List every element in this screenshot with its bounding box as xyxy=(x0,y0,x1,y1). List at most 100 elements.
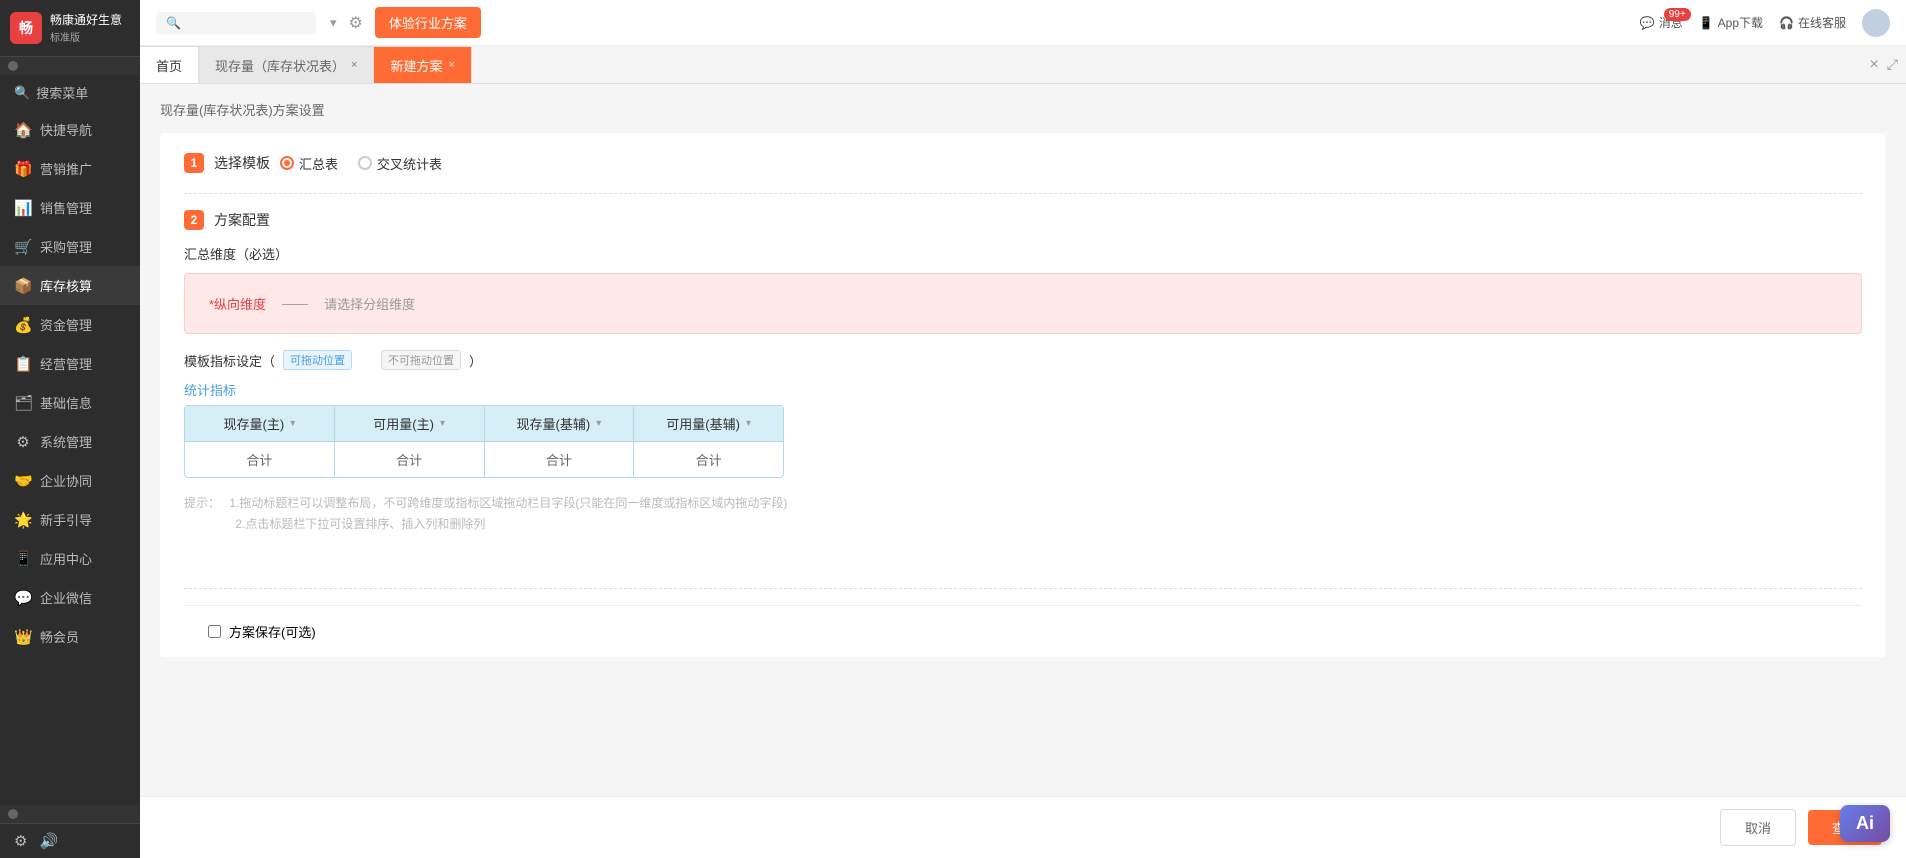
tabs-bar: 首页 现存量（库存状况表） × 新建方案 × × ⤢ xyxy=(140,46,1906,84)
stats-col-1[interactable]: 现存量(主) ▾ xyxy=(185,406,335,441)
fixed-badge: 不可拖动位置 xyxy=(381,350,461,370)
stats-col-4-chevron[interactable]: ▾ xyxy=(746,418,751,429)
sidebar-item-label-newbie: 新手引导 xyxy=(40,510,92,529)
radio-cross-label: 交叉统计表 xyxy=(377,154,442,173)
user-avatar[interactable] xyxy=(1862,9,1890,37)
app-name: 畅康通好生意 xyxy=(50,12,122,29)
tip-line-2: 2.点击标题栏下拉可设置排序、插入列和删除列 xyxy=(184,515,1862,532)
stats-col-3[interactable]: 现存量(基辅) ▾ xyxy=(485,406,635,441)
topbar-chevron-icon[interactable]: ▾ xyxy=(330,15,337,31)
ai-badge[interactable]: Ai xyxy=(1840,805,1890,842)
sidebar-nav: 🔍 搜索菜单 🏠 快捷导航 🎁 营销推广 📊 销售管理 🛒 采购管理 📦 库存核… xyxy=(0,75,140,805)
content-area: 现存量(库存状况表)方案设置 1 选择模板 汇总表 交叉统计表 xyxy=(140,84,1906,796)
sidebar-item-operations[interactable]: 📋 经营管理 xyxy=(0,344,140,383)
main-area: 🔍 ▾ ⚙ 体验行业方案 💬 消息 99+ 📱 App下载 🎧 在线客服 xyxy=(140,0,1906,858)
sidebar-item-marketing[interactable]: 🎁 营销推广 xyxy=(0,149,140,188)
tab-home[interactable]: 首页 xyxy=(140,46,199,83)
tab-new-plan-label: 新建方案 xyxy=(390,56,442,75)
sidebar-item-label-shortcut: 快捷导航 xyxy=(40,120,92,139)
tab-inventory-close-icon[interactable]: × xyxy=(351,59,357,71)
tab-inventory-status-label: 现存量（库存状况表） xyxy=(215,56,345,75)
tip-line-1: 提示： 1.拖动标题栏可以调整布局，不可跨维度或指标区域拖动栏目字段(只能在同一… xyxy=(184,494,1862,511)
search-icon: 🔍 xyxy=(14,85,30,101)
cancel-button[interactable]: 取消 xyxy=(1720,809,1796,846)
panel-close-button[interactable]: × xyxy=(1869,56,1878,74)
scroll-up[interactable] xyxy=(8,61,18,71)
sidebar-item-shortcut[interactable]: 🏠 快捷导航 xyxy=(0,110,140,149)
sidebar-item-cooperation[interactable]: 🤝 企业协同 xyxy=(0,461,140,500)
tab-inventory-status[interactable]: 现存量（库存状况表） × xyxy=(199,46,374,83)
radio-cross[interactable]: 交叉统计表 xyxy=(358,154,442,173)
dimension-config-label: 汇总维度（必选） xyxy=(184,244,1862,263)
sidebar-item-label-operations: 经营管理 xyxy=(40,354,92,373)
sidebar-item-inventory[interactable]: 📦 库存核算 xyxy=(0,266,140,305)
stats-col-4[interactable]: 可用量(基辅) ▾ xyxy=(634,406,783,441)
stats-col-3-chevron[interactable]: ▾ xyxy=(596,418,601,429)
page-title: 现存量(库存状况表)方案设置 xyxy=(160,100,1886,119)
step2-title: 方案配置 xyxy=(214,210,270,230)
sidebar-item-label-system: 系统管理 xyxy=(40,432,92,451)
save-checkbox[interactable] xyxy=(208,625,221,638)
topbar-search-icon: 🔍 xyxy=(166,16,181,30)
dimension-row: *纵向维度 —— 请选择分组维度 xyxy=(209,294,1837,313)
stats-table-header: 现存量(主) ▾ 可用量(主) ▾ 现存量(基辅) ▾ xyxy=(185,406,783,441)
home-icon: 🏠 xyxy=(14,121,32,139)
scroll-down[interactable] xyxy=(8,809,18,819)
sidebar-item-system[interactable]: ⚙ 系统管理 xyxy=(0,422,140,461)
indicator-sep xyxy=(360,351,373,370)
dimension-field-label: *纵向维度 xyxy=(209,294,266,313)
sidebar-item-label-marketing: 营销推广 xyxy=(40,159,92,178)
sidebar-item-basic[interactable]: 🗂 基础信息 xyxy=(0,383,140,422)
stats-col-1-chevron[interactable]: ▾ xyxy=(290,418,295,429)
sidebar-search-label: 搜索菜单 xyxy=(36,83,88,102)
topbar: 🔍 ▾ ⚙ 体验行业方案 💬 消息 99+ 📱 App下载 🎧 在线客服 xyxy=(140,0,1906,46)
tab-new-plan[interactable]: 新建方案 × xyxy=(374,46,471,83)
sidebar-item-member[interactable]: 👑 畅会员 xyxy=(0,617,140,656)
save-label: 方案保存(可选) xyxy=(229,622,316,641)
panel-expand-button[interactable]: ⤢ xyxy=(1887,56,1898,73)
topbar-app-download[interactable]: 📱 App下载 xyxy=(1699,14,1763,31)
topbar-gear-icon[interactable]: ⚙ xyxy=(349,13,363,33)
stats-col-2-chevron[interactable]: ▾ xyxy=(440,418,445,429)
stats-cell-3: 合计 xyxy=(485,442,635,477)
audio-icon[interactable]: 🔊 xyxy=(39,832,58,850)
radio-summary[interactable]: 汇总表 xyxy=(280,154,338,173)
sidebar-item-wechat[interactable]: 💬 企业微信 xyxy=(0,578,140,617)
sidebar-item-app-center[interactable]: 📱 应用中心 xyxy=(0,539,140,578)
sidebar-item-label-purchase: 采购管理 xyxy=(40,237,92,256)
sidebar-item-finance[interactable]: 💰 资金管理 xyxy=(0,305,140,344)
stats-table-body: 合计 合计 合计 合计 xyxy=(185,441,783,477)
topbar-search-box[interactable]: 🔍 xyxy=(156,12,316,34)
sidebar-search[interactable]: 🔍 搜索菜单 xyxy=(0,75,140,110)
folder-icon: 🗂 xyxy=(14,394,32,412)
topbar-service[interactable]: 🎧 在线客服 xyxy=(1779,14,1846,31)
tab-new-plan-close-icon[interactable]: × xyxy=(448,59,454,71)
topbar-messages[interactable]: 💬 消息 99+ xyxy=(1640,14,1683,31)
tip-text-2: 2.点击标题栏下拉可设置排序、插入列和删除列 xyxy=(235,517,485,531)
sidebar-item-label-sales: 销售管理 xyxy=(40,198,92,217)
radio-summary-circle xyxy=(280,156,294,170)
stats-table: 现存量(主) ▾ 可用量(主) ▾ 现存量(基辅) ▾ xyxy=(184,405,784,478)
dimension-placeholder: 请选择分组维度 xyxy=(324,294,415,313)
app-edition: 标准版 xyxy=(50,29,122,44)
trial-button[interactable]: 体验行业方案 xyxy=(375,7,481,38)
step2-header: 2 方案配置 xyxy=(184,210,1862,230)
stats-col-1-label: 现存量(主) xyxy=(224,414,285,433)
settings-panel: 1 选择模板 汇总表 交叉统计表 xyxy=(160,133,1886,657)
star-icon: 🌟 xyxy=(14,511,32,529)
dimension-dash: —— xyxy=(282,296,308,311)
sidebar-logo: 畅 畅康通好生意 标准版 xyxy=(0,0,140,57)
sidebar-item-purchase[interactable]: 🛒 采购管理 xyxy=(0,227,140,266)
phone-icon: 📱 xyxy=(14,550,32,568)
tip-prefix-1: 提示： xyxy=(184,496,226,510)
headset-icon: 🎧 xyxy=(1779,16,1794,30)
stats-section: 统计指标 现存量(主) ▾ 可用量(主) ▾ xyxy=(184,380,1862,478)
sidebar-item-newbie[interactable]: 🌟 新手引导 xyxy=(0,500,140,539)
sidebar-item-sales[interactable]: 📊 销售管理 xyxy=(0,188,140,227)
stats-col-2[interactable]: 可用量(主) ▾ xyxy=(335,406,485,441)
sidebar: 畅 畅康通好生意 标准版 🔍 搜索菜单 🏠 快捷导航 🎁 营销推广 📊 销售管理… xyxy=(0,0,140,858)
stats-title: 统计指标 xyxy=(184,380,1862,399)
topbar-search-input[interactable] xyxy=(187,16,287,30)
settings-icon[interactable]: ⚙ xyxy=(14,832,27,850)
dimension-box: *纵向维度 —— 请选择分组维度 xyxy=(184,273,1862,334)
